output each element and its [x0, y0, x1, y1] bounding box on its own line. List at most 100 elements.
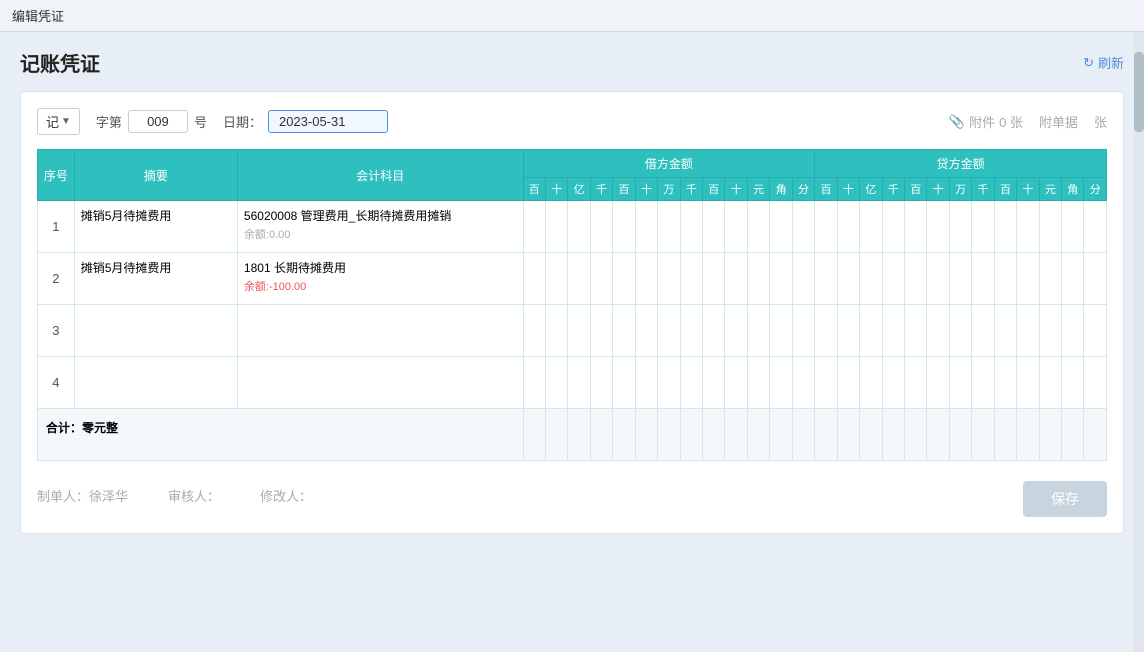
row-summary-0[interactable]: 摊销5月待摊费用: [74, 201, 237, 253]
debit-cell-r2-c2[interactable]: [568, 305, 590, 357]
credit-cell-r3-c2[interactable]: [860, 357, 882, 409]
credit-cell-r1-c4[interactable]: [904, 253, 926, 305]
credit-cell-r1-c2[interactable]: [860, 253, 882, 305]
credit-cell-r2-c9[interactable]: [1017, 305, 1039, 357]
debit-cell-r1-c12[interactable]: [792, 253, 814, 305]
debit-cell-r0-c5[interactable]: [635, 201, 657, 253]
credit-cell-r3-c8[interactable]: [994, 357, 1016, 409]
row-summary-1[interactable]: 摊销5月待摊费用: [74, 253, 237, 305]
credit-cell-r2-c4[interactable]: [904, 305, 926, 357]
row-summary-2[interactable]: [74, 305, 237, 357]
debit-cell-r1-c8[interactable]: [703, 253, 725, 305]
debit-cell-r0-c0[interactable]: [523, 201, 545, 253]
debit-cell-r1-c10[interactable]: [747, 253, 769, 305]
credit-cell-r0-c12[interactable]: [1084, 201, 1107, 253]
debit-cell-r1-c4[interactable]: [613, 253, 635, 305]
credit-cell-r1-c3[interactable]: [882, 253, 904, 305]
credit-cell-r1-c6[interactable]: [949, 253, 971, 305]
credit-cell-r3-c7[interactable]: [972, 357, 994, 409]
credit-cell-r2-c10[interactable]: [1039, 305, 1061, 357]
credit-cell-r0-c8[interactable]: [994, 201, 1016, 253]
credit-cell-r2-c8[interactable]: [994, 305, 1016, 357]
date-input[interactable]: [268, 110, 388, 133]
debit-cell-r3-c12[interactable]: [792, 357, 814, 409]
credit-cell-r3-c9[interactable]: [1017, 357, 1039, 409]
debit-cell-r1-c5[interactable]: [635, 253, 657, 305]
scrollbar-thumb[interactable]: [1134, 52, 1144, 132]
debit-cell-r0-c6[interactable]: [658, 201, 680, 253]
credit-cell-r2-c5[interactable]: [927, 305, 949, 357]
debit-cell-r1-c3[interactable]: [590, 253, 612, 305]
debit-cell-r2-c3[interactable]: [590, 305, 612, 357]
debit-cell-r3-c8[interactable]: [703, 357, 725, 409]
credit-cell-r1-c10[interactable]: [1039, 253, 1061, 305]
debit-cell-r2-c7[interactable]: [680, 305, 702, 357]
debit-cell-r1-c9[interactable]: [725, 253, 747, 305]
debit-cell-r3-c1[interactable]: [545, 357, 567, 409]
refresh-button[interactable]: ↻ 刷新: [1083, 53, 1124, 72]
credit-cell-r2-c0[interactable]: [815, 305, 837, 357]
credit-cell-r2-c6[interactable]: [949, 305, 971, 357]
debit-cell-r0-c2[interactable]: [568, 201, 590, 253]
debit-cell-r3-c7[interactable]: [680, 357, 702, 409]
credit-cell-r0-c5[interactable]: [927, 201, 949, 253]
credit-cell-r2-c2[interactable]: [860, 305, 882, 357]
debit-cell-r2-c12[interactable]: [792, 305, 814, 357]
debit-cell-r2-c10[interactable]: [747, 305, 769, 357]
credit-cell-r2-c1[interactable]: [837, 305, 859, 357]
debit-cell-r3-c6[interactable]: [658, 357, 680, 409]
debit-cell-r3-c0[interactable]: [523, 357, 545, 409]
row-account-2[interactable]: [237, 305, 523, 357]
credit-cell-r0-c3[interactable]: [882, 201, 904, 253]
debit-cell-r2-c6[interactable]: [658, 305, 680, 357]
debit-cell-r0-c11[interactable]: [770, 201, 792, 253]
debit-cell-r3-c2[interactable]: [568, 357, 590, 409]
debit-cell-r2-c8[interactable]: [703, 305, 725, 357]
credit-cell-r1-c5[interactable]: [927, 253, 949, 305]
credit-cell-r3-c1[interactable]: [837, 357, 859, 409]
debit-cell-r0-c10[interactable]: [747, 201, 769, 253]
credit-cell-r2-c12[interactable]: [1084, 305, 1107, 357]
row-account-1[interactable]: 1801 长期待摊费用余额:-100.00: [237, 253, 523, 305]
credit-cell-r3-c3[interactable]: [882, 357, 904, 409]
credit-cell-r1-c11[interactable]: [1062, 253, 1084, 305]
credit-cell-r1-c0[interactable]: [815, 253, 837, 305]
credit-cell-r0-c6[interactable]: [949, 201, 971, 253]
credit-cell-r3-c12[interactable]: [1084, 357, 1107, 409]
credit-cell-r3-c11[interactable]: [1062, 357, 1084, 409]
credit-cell-r1-c9[interactable]: [1017, 253, 1039, 305]
debit-cell-r3-c9[interactable]: [725, 357, 747, 409]
credit-cell-r2-c3[interactable]: [882, 305, 904, 357]
debit-cell-r2-c5[interactable]: [635, 305, 657, 357]
debit-cell-r0-c3[interactable]: [590, 201, 612, 253]
debit-cell-r2-c4[interactable]: [613, 305, 635, 357]
credit-cell-r3-c10[interactable]: [1039, 357, 1061, 409]
debit-cell-r3-c10[interactable]: [747, 357, 769, 409]
debit-cell-r2-c0[interactable]: [523, 305, 545, 357]
number-input[interactable]: [128, 110, 188, 133]
credit-cell-r1-c7[interactable]: [972, 253, 994, 305]
credit-cell-r3-c5[interactable]: [927, 357, 949, 409]
debit-cell-r0-c7[interactable]: [680, 201, 702, 253]
credit-cell-r1-c8[interactable]: [994, 253, 1016, 305]
credit-cell-r3-c0[interactable]: [815, 357, 837, 409]
debit-cell-r1-c11[interactable]: [770, 253, 792, 305]
debit-cell-r0-c12[interactable]: [792, 201, 814, 253]
debit-cell-r1-c6[interactable]: [658, 253, 680, 305]
credit-cell-r3-c6[interactable]: [949, 357, 971, 409]
debit-cell-r3-c3[interactable]: [590, 357, 612, 409]
debit-cell-r0-c4[interactable]: [613, 201, 635, 253]
credit-cell-r2-c7[interactable]: [972, 305, 994, 357]
row-summary-3[interactable]: [74, 357, 237, 409]
row-account-0[interactable]: 56020008 管理费用_长期待摊费用摊销余额:0.00: [237, 201, 523, 253]
debit-cell-r0-c8[interactable]: [703, 201, 725, 253]
credit-cell-r3-c4[interactable]: [904, 357, 926, 409]
credit-cell-r1-c1[interactable]: [837, 253, 859, 305]
credit-cell-r0-c1[interactable]: [837, 201, 859, 253]
type-dropdown[interactable]: 记 ▼: [37, 108, 80, 135]
debit-cell-r1-c0[interactable]: [523, 253, 545, 305]
debit-cell-r2-c11[interactable]: [770, 305, 792, 357]
credit-cell-r1-c12[interactable]: [1084, 253, 1107, 305]
debit-cell-r2-c9[interactable]: [725, 305, 747, 357]
credit-cell-r0-c9[interactable]: [1017, 201, 1039, 253]
